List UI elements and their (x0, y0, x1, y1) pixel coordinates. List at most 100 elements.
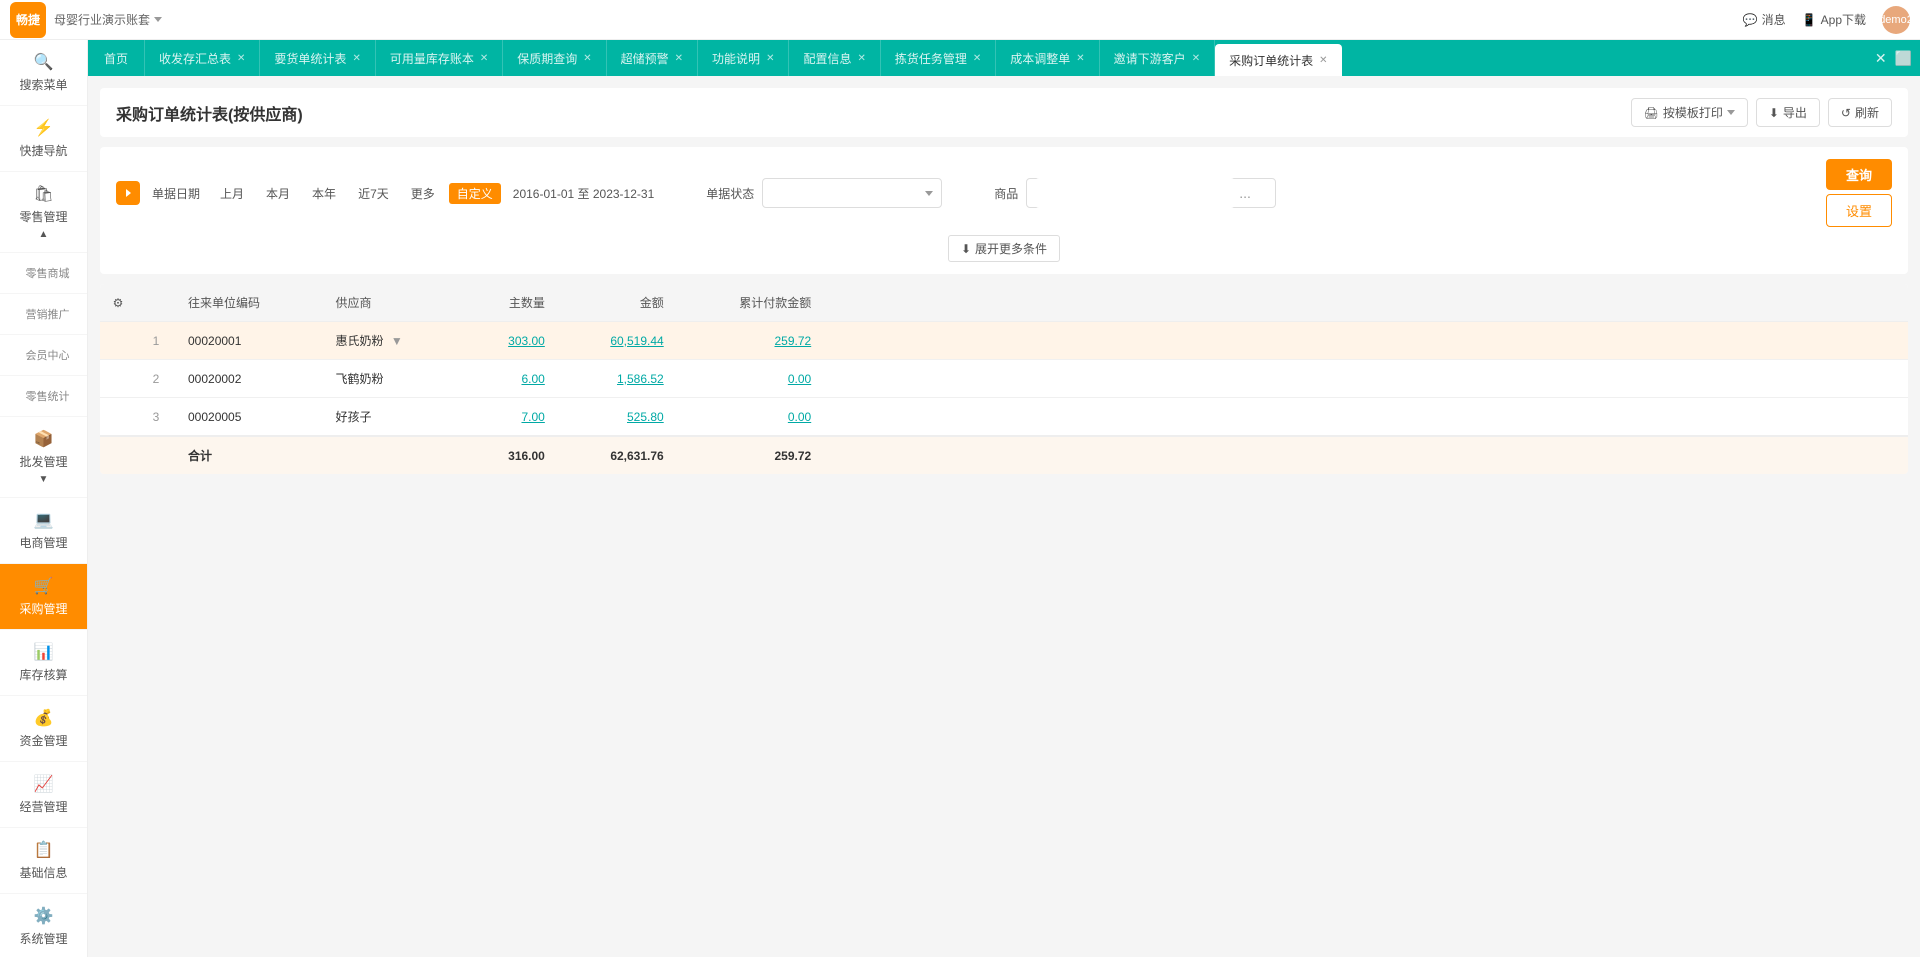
tab-function-desc-close[interactable]: ✕ (766, 53, 774, 64)
row3-qty[interactable]: 7.00 (464, 398, 557, 437)
close-tab-button[interactable]: ✕ (1875, 50, 1887, 67)
tab-config-close[interactable]: ✕ (857, 53, 865, 64)
sidebar-item-basic[interactable]: 📋 基础信息 (0, 828, 87, 894)
expand-icon: ⬇ (961, 242, 971, 256)
tab-purchase-summary-close[interactable]: ✕ (1319, 55, 1327, 66)
tab-order-summary[interactable]: 要货单统计表 ✕ (260, 40, 375, 76)
sidebar-label-quick-nav: 快捷导航 (19, 142, 67, 159)
sidebar-item-finance[interactable]: 💰 资金管理 (0, 696, 87, 762)
print-chevron-icon (1727, 110, 1735, 115)
row3-code: 00020005 (176, 398, 323, 437)
tab-purchase-summary[interactable]: 采购订单统计表 ✕ (1215, 44, 1342, 76)
app-download-icon: 📱 (1802, 13, 1817, 27)
sidebar-item-search[interactable]: 🔍 搜索菜单 (0, 40, 87, 106)
tab-available-stock[interactable]: 可用量库存账本 ✕ (376, 40, 503, 76)
shortcut-this-month[interactable]: 本月 (258, 183, 298, 204)
user-profile[interactable]: demo2 (1882, 6, 1910, 34)
table-header-row: ⚙ 往来单位编码 供应商 主数量 金额 累计付款金额 (100, 284, 1908, 322)
row2-index: 2 (136, 360, 176, 398)
message-action[interactable]: 💬 消息 (1743, 11, 1786, 28)
sidebar-item-system[interactable]: ⚙️ 系统管理 (0, 894, 87, 957)
shortcut-this-year[interactable]: 本年 (304, 183, 344, 204)
filter-toggle-button[interactable] (116, 181, 140, 205)
refresh-button[interactable]: ↺ 刷新 (1828, 98, 1892, 127)
tab-invite-downstream[interactable]: 邀请下游客户 ✕ (1100, 40, 1215, 76)
sidebar-item-retail[interactable]: 🛍 零售管理 ▲ (0, 172, 87, 253)
settings-button[interactable]: 设置 (1826, 194, 1892, 227)
row1-extra (823, 322, 1908, 360)
tab-warranty-close[interactable]: ✕ (583, 53, 591, 64)
product-dots[interactable]: ... (1235, 185, 1255, 201)
expand-button[interactable]: ⬇ 展开更多条件 (948, 235, 1060, 262)
tab-invite-downstream-close[interactable]: ✕ (1192, 53, 1200, 64)
export-button[interactable]: ⬇ 导出 (1756, 98, 1820, 127)
tab-receive-summary-label: 收发存汇总表 (159, 50, 231, 67)
sidebar-item-ecommerce[interactable]: 💻 电商管理 (0, 498, 87, 564)
query-button[interactable]: 查询 (1826, 159, 1892, 190)
sidebar-item-purchase[interactable]: 🛒 采购管理 (0, 564, 87, 630)
tab-receive-summary-close[interactable]: ✕ (237, 53, 245, 64)
sidebar-label-operation: 经营管理 (19, 798, 67, 815)
tab-cost-adjust[interactable]: 成本调整单 ✕ (996, 40, 1099, 76)
sidebar-item-operation[interactable]: 📈 经营管理 (0, 762, 87, 828)
row3-paid[interactable]: 0.00 (676, 398, 824, 437)
page-header: 采购订单统计表(按供应商) 🖨 按模板打印 ⬇ 导出 ↺ 刷新 (100, 88, 1908, 137)
shortcut-last-month[interactable]: 上月 (212, 183, 252, 204)
row1-qty[interactable]: 303.00 (464, 322, 557, 360)
date-label: 单据日期 (152, 185, 200, 202)
shortcut-7days[interactable]: 近7天 (350, 183, 397, 204)
filter-toggle-icon (126, 189, 131, 197)
row3-check (100, 398, 136, 437)
row2-paid[interactable]: 0.00 (676, 360, 824, 398)
sidebar-label-system: 系统管理 (19, 930, 67, 947)
tab-function-desc-label: 功能说明 (712, 50, 760, 67)
shortcut-custom[interactable]: 自定义 (449, 183, 501, 204)
th-gear[interactable]: ⚙ (100, 284, 136, 322)
sidebar-item-member[interactable]: 会员中心 (0, 335, 87, 376)
tab-cost-adjust-close[interactable]: ✕ (1076, 53, 1084, 64)
tab-function-desc[interactable]: 功能说明 ✕ (698, 40, 789, 76)
sidebar-item-inventory[interactable]: 📊 库存核算 (0, 630, 87, 696)
sidebar-item-wholesale[interactable]: 📦 批发管理 ▼ (0, 417, 87, 498)
tab-config[interactable]: 配置信息 ✕ (789, 40, 880, 76)
status-select[interactable] (762, 178, 942, 208)
tab-home[interactable]: 首页 (88, 40, 145, 76)
quick-nav-icon: ⚡ (34, 118, 54, 138)
sidebar-item-retail-stat[interactable]: 零售统计 (0, 376, 87, 417)
tab-purchase-summary-label: 采购订单统计表 (1229, 52, 1313, 69)
tab-receive-summary[interactable]: 收发存汇总表 ✕ (145, 40, 260, 76)
tab-available-stock-close[interactable]: ✕ (480, 53, 488, 64)
top-bar: 畅捷 母婴行业演示账套 💬 消息 📱 App下载 demo2 (0, 0, 1920, 40)
date-range-display: 2016-01-01 至 2023-12-31 (513, 185, 654, 202)
tab-picking-task-close[interactable]: ✕ (973, 53, 981, 64)
print-button[interactable]: 🖨 按模板打印 (1631, 98, 1748, 127)
row1-check (100, 322, 136, 360)
sidebar-item-retail-mall[interactable]: 零售商城 (0, 253, 87, 294)
refresh-icon: ↺ (1841, 106, 1851, 120)
app-download-action[interactable]: 📱 App下载 (1802, 11, 1866, 28)
row2-amount[interactable]: 1,586.52 (557, 360, 676, 398)
row1-amount[interactable]: 60,519.44 (557, 322, 676, 360)
sidebar-label-search: 搜索菜单 (19, 76, 67, 93)
product-input[interactable] (1035, 178, 1235, 208)
row2-qty[interactable]: 6.00 (464, 360, 557, 398)
th-index (136, 284, 176, 322)
table-row: 3 00020005 好孩子 7.00 525.80 0.00 (100, 398, 1908, 437)
shortcut-more[interactable]: 更多 (403, 183, 443, 204)
workspace-selector[interactable]: 母婴行业演示账套 (54, 11, 162, 28)
tab-overstock[interactable]: 超储预警 ✕ (607, 40, 698, 76)
sidebar-item-marketing[interactable]: 营销推广 (0, 294, 87, 335)
row2-extra (823, 360, 1908, 398)
status-select-chevron (925, 191, 933, 196)
sidebar-item-quick-nav[interactable]: ⚡ 快捷导航 (0, 106, 87, 172)
page-title: 采购订单统计表(按供应商) (116, 101, 303, 125)
row1-paid[interactable]: 259.72 (676, 322, 824, 360)
restore-tab-button[interactable]: ⬜ (1895, 50, 1912, 67)
row3-amount[interactable]: 525.80 (557, 398, 676, 437)
tab-warranty[interactable]: 保质期查询 ✕ (503, 40, 606, 76)
sidebar-label-finance: 资金管理 (19, 732, 67, 749)
tab-overstock-close[interactable]: ✕ (675, 53, 683, 64)
finance-icon: 💰 (34, 708, 54, 728)
tab-picking-task[interactable]: 拣货任务管理 ✕ (881, 40, 996, 76)
tab-order-summary-close[interactable]: ✕ (352, 53, 360, 64)
